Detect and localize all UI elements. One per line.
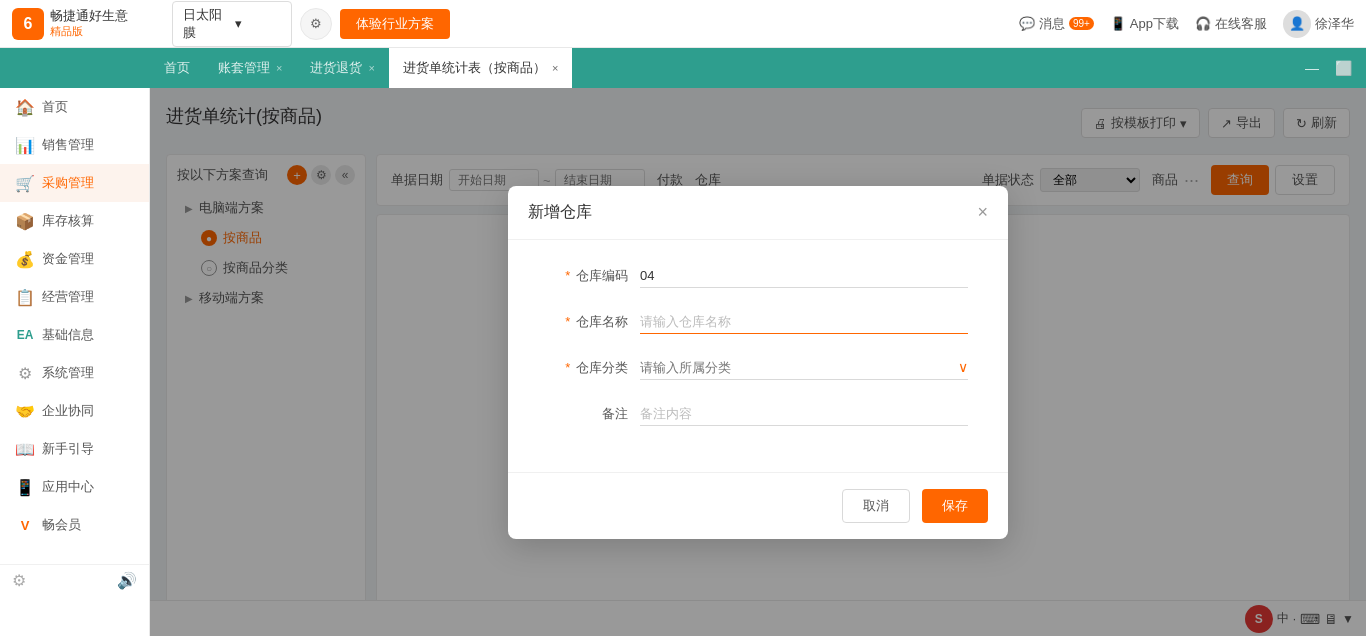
home-icon: 🏠 <box>16 98 34 116</box>
form-row-category: * 仓库分类 ∨ <box>548 356 968 380</box>
sidebar-item-inventory[interactable]: 📦 库存核算 <box>0 202 149 240</box>
main-layout: 🏠 首页 📊 销售管理 🛒 采购管理 📦 库存核算 💰 资金管理 📋 经营管理 … <box>0 88 1366 636</box>
sidebar-item-home[interactable]: 🏠 首页 <box>0 88 149 126</box>
sidebar-item-apps[interactable]: 📱 应用中心 <box>0 468 149 506</box>
tab-account[interactable]: 账套管理 × <box>204 48 296 88</box>
category-input[interactable] <box>640 356 968 379</box>
gear-icon: ⚙ <box>310 16 322 31</box>
category-label: * 仓库分类 <box>548 359 628 377</box>
tab-home[interactable]: 首页 <box>150 48 204 88</box>
tab-purchase-stat[interactable]: 进货单统计表（按商品） × <box>389 48 572 88</box>
store-selector[interactable]: 日太阳膜 ▾ <box>172 1 292 47</box>
enterprise-icon: 🤝 <box>16 402 34 420</box>
dialog-footer: 取消 保存 <box>508 472 1008 539</box>
code-input[interactable] <box>640 264 968 288</box>
purchase-icon: 🛒 <box>16 174 34 192</box>
chevron-down-icon: ▾ <box>235 16 281 31</box>
tab-purchase-return[interactable]: 进货退货 × <box>296 48 388 88</box>
tab-maximize-icon[interactable]: ⬜ <box>1329 56 1358 80</box>
select-arrow-icon: ∨ <box>958 359 968 375</box>
remark-input[interactable] <box>640 402 968 426</box>
tab-bar: 首页 账套管理 × 进货退货 × 进货单统计表（按商品） × — ⬜ <box>0 48 1366 88</box>
guide-icon: 📖 <box>16 440 34 458</box>
notification-icon: 💬 <box>1019 16 1035 31</box>
notification-badge: 99+ <box>1069 17 1094 30</box>
tab-close-purchase-return[interactable]: × <box>368 62 374 74</box>
gear-button[interactable]: ⚙ <box>300 8 332 40</box>
logo-icon: 6 <box>12 8 44 40</box>
dialog-body: * 仓库编码 * 仓库名称 <box>508 240 1008 472</box>
form-row-name: * 仓库名称 <box>548 310 968 334</box>
avatar: 👤 <box>1283 10 1311 38</box>
logo-text: 畅捷通好生意 精品版 <box>50 8 128 40</box>
basic-info-icon: EA <box>16 326 34 344</box>
form-row-code: * 仓库编码 <box>548 264 968 288</box>
code-label: * 仓库编码 <box>548 267 628 285</box>
app-download-item[interactable]: 📱 App下载 <box>1110 15 1179 33</box>
finance-icon: 💰 <box>16 250 34 268</box>
header-right: 💬 消息 99+ 📱 App下载 🎧 在线客服 👤 徐泽华 <box>1019 10 1354 38</box>
management-icon: 📋 <box>16 288 34 306</box>
user-item[interactable]: 👤 徐泽华 <box>1283 10 1354 38</box>
headset-icon: 🎧 <box>1195 16 1211 31</box>
cancel-button[interactable]: 取消 <box>842 489 910 523</box>
name-input[interactable] <box>640 310 968 334</box>
content-area: 进货单统计(按商品) 🖨 按模板打印 ▾ ↗ 导出 ↻ 刷新 <box>150 88 1366 636</box>
sidebar-item-purchase[interactable]: 🛒 采购管理 <box>0 164 149 202</box>
vip-icon: V <box>16 516 34 534</box>
tab-minimize-icon[interactable]: — <box>1299 56 1325 80</box>
sidebar-item-enterprise[interactable]: 🤝 企业协同 <box>0 392 149 430</box>
apps-icon: 📱 <box>16 478 34 496</box>
dialog-title: 新增仓库 <box>528 202 592 223</box>
phone-icon: 📱 <box>1110 16 1126 31</box>
online-service-item[interactable]: 🎧 在线客服 <box>1195 15 1267 33</box>
form-row-remark: 备注 <box>548 402 968 426</box>
sidebar-item-guide[interactable]: 📖 新手引导 <box>0 430 149 468</box>
sidebar-item-management[interactable]: 📋 经营管理 <box>0 278 149 316</box>
sidebar-item-basic-info[interactable]: EA 基础信息 <box>0 316 149 354</box>
sidebar-item-system[interactable]: ⚙ 系统管理 <box>0 354 149 392</box>
sales-icon: 📊 <box>16 136 34 154</box>
category-select-wrap: ∨ <box>640 356 968 380</box>
tab-close-account[interactable]: × <box>276 62 282 74</box>
sidebar: 🏠 首页 📊 销售管理 🛒 采购管理 📦 库存核算 💰 资金管理 📋 经营管理 … <box>0 88 150 636</box>
tab-bar-controls: — ⬜ <box>1299 56 1366 80</box>
sidebar-item-sales[interactable]: 📊 销售管理 <box>0 126 149 164</box>
speaker-icon-bottom[interactable]: 🔊 <box>117 571 137 590</box>
new-warehouse-dialog: 新增仓库 × * 仓库编码 * <box>508 186 1008 539</box>
notification-item[interactable]: 💬 消息 99+ <box>1019 15 1094 33</box>
system-icon: ⚙ <box>16 364 34 382</box>
close-icon[interactable]: × <box>977 203 988 221</box>
dialog-overlay: 新增仓库 × * 仓库编码 * <box>150 88 1366 636</box>
dialog-header: 新增仓库 × <box>508 186 1008 240</box>
settings-icon-bottom[interactable]: ⚙ <box>12 571 26 590</box>
inventory-icon: 📦 <box>16 212 34 230</box>
save-button[interactable]: 保存 <box>922 489 988 523</box>
sidebar-item-vip[interactable]: V 畅会员 <box>0 506 149 544</box>
trial-button[interactable]: 体验行业方案 <box>340 9 450 39</box>
top-header: 6 畅捷通好生意 精品版 日太阳膜 ▾ ⚙ 体验行业方案 💬 消息 99+ 📱 … <box>0 0 1366 48</box>
sidebar-item-finance[interactable]: 💰 资金管理 <box>0 240 149 278</box>
name-label: * 仓库名称 <box>548 313 628 331</box>
tab-close-purchase-stat[interactable]: × <box>552 62 558 74</box>
remark-label: 备注 <box>548 405 628 423</box>
logo-area: 6 畅捷通好生意 精品版 <box>12 8 162 40</box>
